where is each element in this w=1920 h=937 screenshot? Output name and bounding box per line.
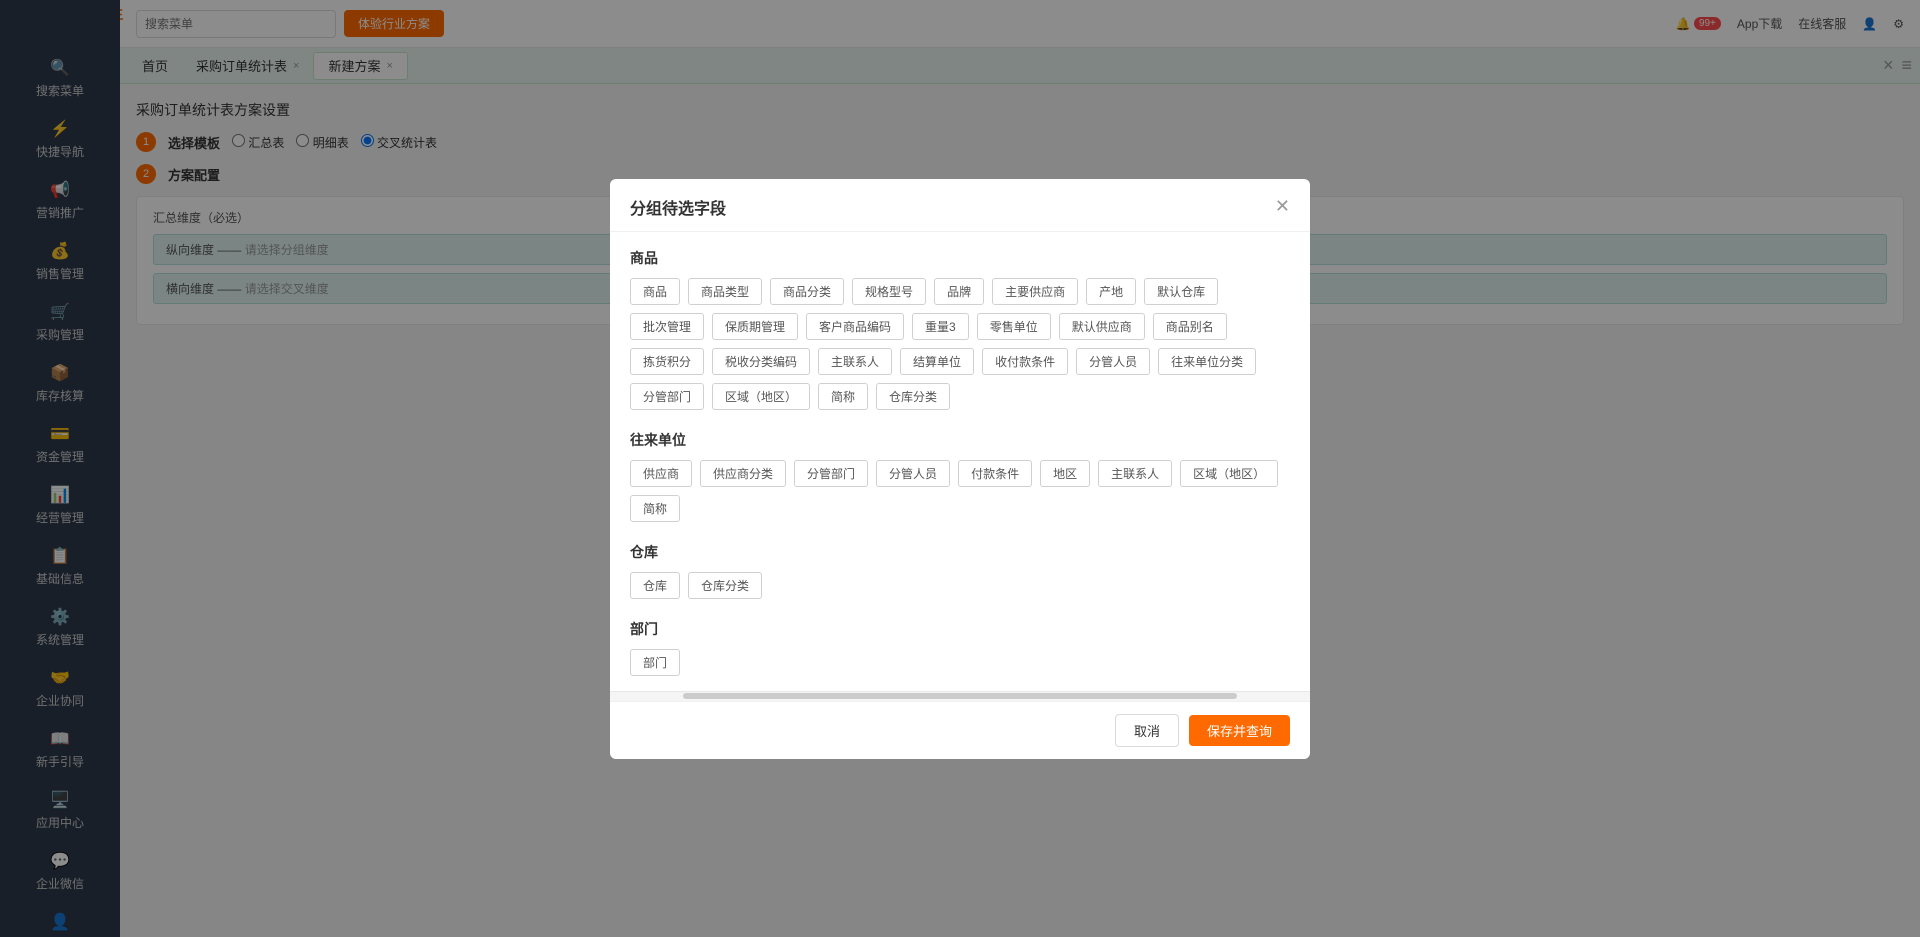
field-tag[interactable]: 主联系人 xyxy=(818,348,892,375)
modal-body: 商品 商品 商品类型 商品分类 规格型号 品牌 主要供应商 产地 默认仓库 批次… xyxy=(610,232,1310,691)
field-tag[interactable]: 默认仓库 xyxy=(1144,278,1218,305)
modal-footer: 取消 保存并查询 xyxy=(610,701,1310,759)
modal-header: 分组待选字段 ✕ xyxy=(610,179,1310,232)
field-tag[interactable]: 地区 xyxy=(1040,460,1090,487)
section-contact: 往来单位 供应商 供应商分类 分管部门 分管人员 付款条件 地区 主联系人 区域… xyxy=(630,430,1290,522)
save-query-button[interactable]: 保存并查询 xyxy=(1189,715,1290,746)
field-tag[interactable]: 分管部门 xyxy=(794,460,868,487)
field-tag[interactable]: 往来单位分类 xyxy=(1158,348,1256,375)
field-tag[interactable]: 商品类型 xyxy=(688,278,762,305)
section-product: 商品 商品 商品类型 商品分类 规格型号 品牌 主要供应商 产地 默认仓库 批次… xyxy=(630,248,1290,410)
cancel-button[interactable]: 取消 xyxy=(1115,714,1179,747)
field-tag[interactable]: 付款条件 xyxy=(958,460,1032,487)
field-tag[interactable]: 规格型号 xyxy=(852,278,926,305)
field-tag[interactable]: 简称 xyxy=(630,495,680,522)
field-tag[interactable]: 仓库 xyxy=(630,572,680,599)
field-tag[interactable]: 供应商分类 xyxy=(700,460,786,487)
field-tag[interactable]: 仓库分类 xyxy=(688,572,762,599)
section-department-title: 部门 xyxy=(630,619,1290,639)
field-tag[interactable]: 默认供应商 xyxy=(1059,313,1145,340)
field-tag[interactable]: 拣货积分 xyxy=(630,348,704,375)
field-tag[interactable]: 税收分类编码 xyxy=(712,348,810,375)
field-tag[interactable]: 收付款条件 xyxy=(982,348,1068,375)
field-tag[interactable]: 分管人员 xyxy=(1076,348,1150,375)
modal-title: 分组待选字段 xyxy=(630,195,726,219)
field-tag[interactable]: 分管部门 xyxy=(630,383,704,410)
field-tag[interactable]: 主要供应商 xyxy=(992,278,1078,305)
modal-overlay: 分组待选字段 ✕ 商品 商品 商品类型 商品分类 规格型号 品牌 主要供应商 产… xyxy=(0,0,1920,937)
field-tag[interactable]: 结算单位 xyxy=(900,348,974,375)
hscroll-thumb[interactable] xyxy=(683,693,1237,699)
section-department: 部门 部门 xyxy=(630,619,1290,676)
product-fields: 商品 商品类型 商品分类 规格型号 品牌 主要供应商 产地 默认仓库 批次管理 … xyxy=(630,278,1290,410)
modal-dialog: 分组待选字段 ✕ 商品 商品 商品类型 商品分类 规格型号 品牌 主要供应商 产… xyxy=(610,179,1310,759)
modal-hscroll xyxy=(610,691,1310,701)
modal-close-button[interactable]: ✕ xyxy=(1275,196,1290,217)
field-tag[interactable]: 批次管理 xyxy=(630,313,704,340)
field-tag[interactable]: 商品别名 xyxy=(1153,313,1227,340)
field-tag[interactable]: 商品分类 xyxy=(770,278,844,305)
field-tag[interactable]: 仓库分类 xyxy=(876,383,950,410)
field-tag[interactable]: 产地 xyxy=(1086,278,1136,305)
section-warehouse-title: 仓库 xyxy=(630,542,1290,562)
warehouse-fields: 仓库 仓库分类 xyxy=(630,572,1290,599)
field-tag[interactable]: 商品 xyxy=(630,278,680,305)
field-tag[interactable]: 品牌 xyxy=(934,278,984,305)
field-tag[interactable]: 保质期管理 xyxy=(712,313,798,340)
section-contact-title: 往来单位 xyxy=(630,430,1290,450)
field-tag[interactable]: 重量3 xyxy=(912,313,969,340)
field-tag[interactable]: 零售单位 xyxy=(977,313,1051,340)
department-fields: 部门 xyxy=(630,649,1290,676)
field-tag[interactable]: 主联系人 xyxy=(1098,460,1172,487)
section-warehouse: 仓库 仓库 仓库分类 xyxy=(630,542,1290,599)
field-tag[interactable]: 简称 xyxy=(818,383,868,410)
field-tag[interactable]: 区域（地区） xyxy=(1180,460,1278,487)
field-tag[interactable]: 区域（地区） xyxy=(712,383,810,410)
section-product-title: 商品 xyxy=(630,248,1290,268)
contact-fields: 供应商 供应商分类 分管部门 分管人员 付款条件 地区 主联系人 区域（地区） … xyxy=(630,460,1290,522)
field-tag[interactable]: 客户商品编码 xyxy=(806,313,904,340)
field-tag[interactable]: 部门 xyxy=(630,649,680,676)
field-tag[interactable]: 供应商 xyxy=(630,460,692,487)
field-tag[interactable]: 分管人员 xyxy=(876,460,950,487)
